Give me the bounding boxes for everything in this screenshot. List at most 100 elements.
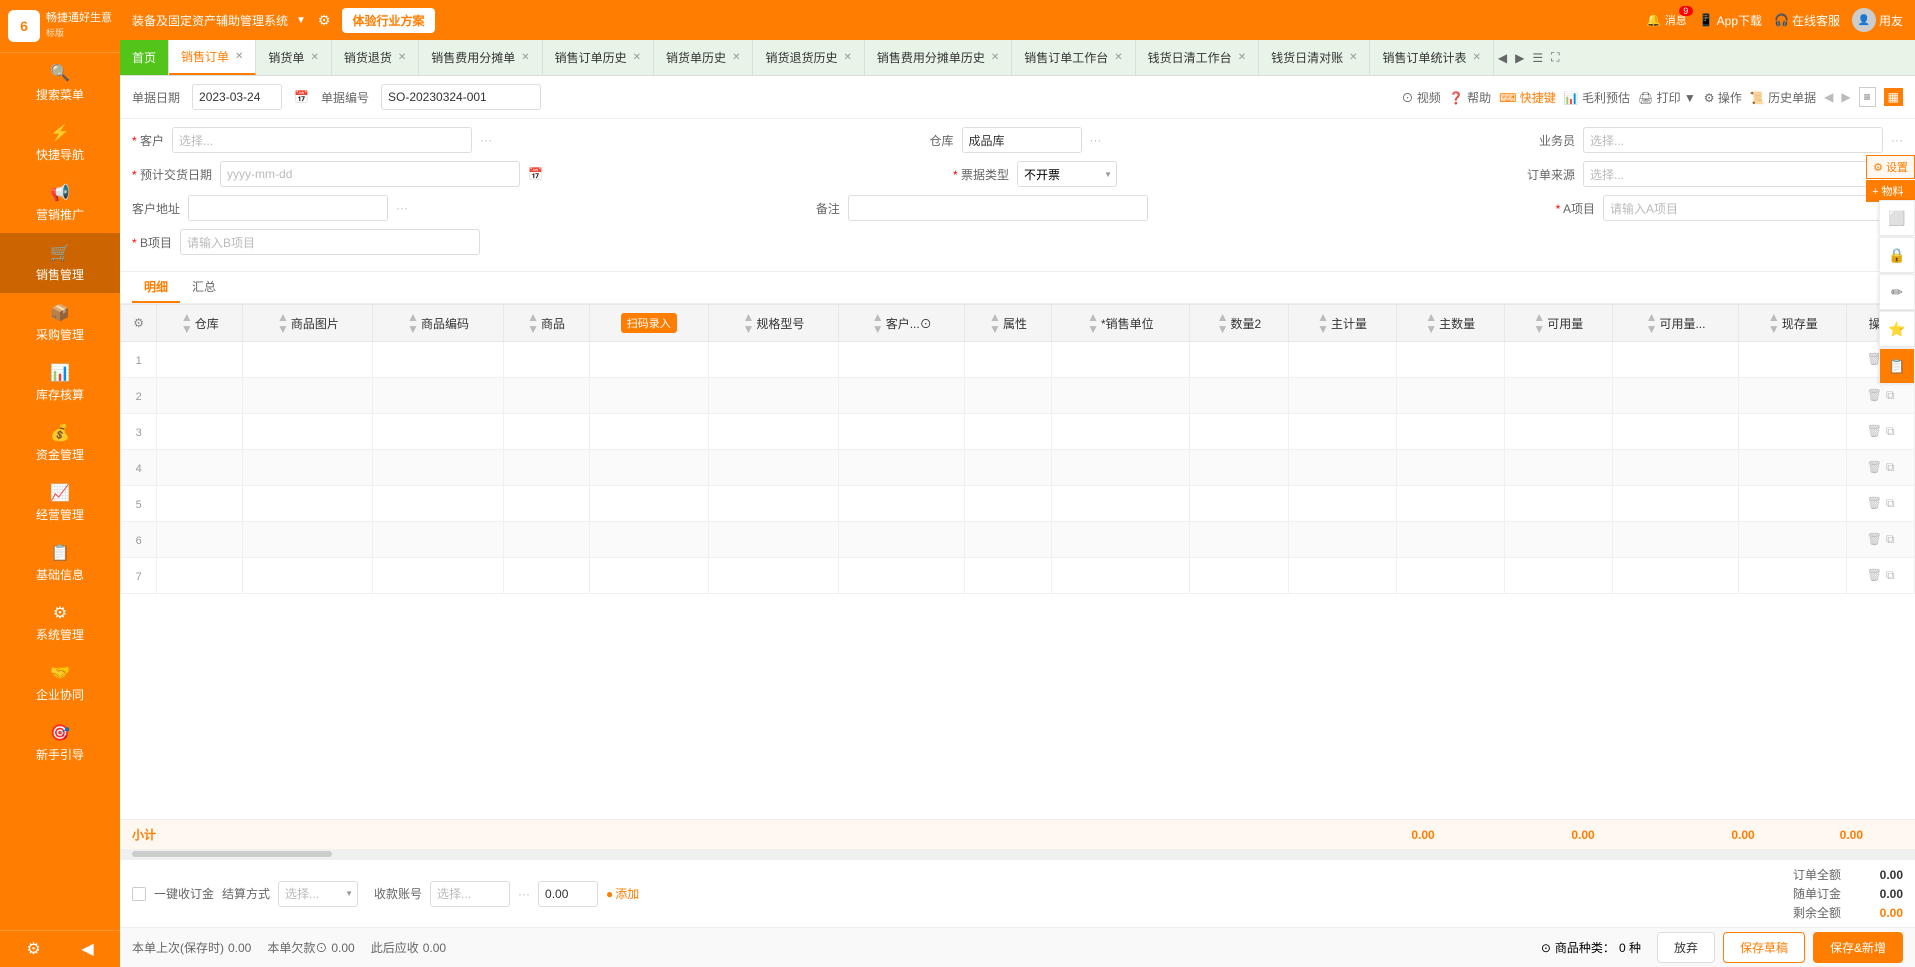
table-cell[interactable] [373,558,503,594]
copy-icon[interactable]: ⧉ [1886,388,1895,402]
customer-address-input[interactable] [188,195,388,221]
customer-more-icon[interactable]: ··· [480,133,492,147]
table-cell[interactable] [1288,558,1396,594]
table-cell[interactable] [243,486,373,522]
tab-sales-stats-close[interactable]: ✕ [1473,52,1481,63]
table-cell[interactable] [373,522,503,558]
warehouse-input[interactable]: 成品库 [962,127,1082,153]
table-cell[interactable] [243,378,373,414]
history-btn[interactable]: 📜 历史单据 [1750,89,1816,106]
table-cell[interactable] [243,558,373,594]
copy-icon[interactable]: ⧉ [1886,424,1895,438]
tab-daily-reconcile-close[interactable]: ✕ [1349,52,1357,63]
order-source-input[interactable]: 选择... [1583,161,1883,187]
save-draft-btn[interactable]: 保存草稿 [1723,932,1805,963]
table-cell[interactable] [503,450,589,486]
table-cell[interactable] [157,486,243,522]
salesman-input[interactable]: 选择... [1583,127,1883,153]
warehouse-more-icon[interactable]: ··· [1090,133,1102,147]
shortcut-btn[interactable]: ⌨ 快捷键 [1499,89,1556,106]
tab-home[interactable]: 首页 [120,40,169,75]
settings-bottom-icon[interactable]: ⚙ [26,939,40,959]
add-payment-btn[interactable]: ● 添加 [606,885,639,902]
th-quantity2[interactable]: ▲▼数量2 [1190,305,1288,342]
th-warehouse[interactable]: ▲▼仓库 [157,305,243,342]
table-cell[interactable] [1396,378,1504,414]
table-cell[interactable] [839,342,965,378]
table-cell[interactable] [839,486,965,522]
table-cell[interactable] [243,414,373,450]
table-cell[interactable] [373,486,503,522]
sidebar-item-sales[interactable]: 🛒 销售管理 [0,233,120,293]
table-cell[interactable] [589,342,708,378]
form-view-btn[interactable]: ▦ [1884,88,1903,106]
remark-input[interactable] [848,195,1148,221]
tab-sales-expense-close[interactable]: ✕ [521,52,529,63]
table-cell[interactable] [839,522,965,558]
copy-icon[interactable]: ⧉ [1886,568,1895,582]
table-cell[interactable] [1051,378,1190,414]
table-cell[interactable] [965,450,1051,486]
table-cell[interactable] [1612,450,1738,486]
th-product-code[interactable]: ▲▼商品编码 [373,305,503,342]
th-scan[interactable]: 扫码录入 [589,305,708,342]
delete-icon[interactable]: 🗑 [1867,460,1882,474]
table-cell[interactable] [1739,486,1847,522]
th-product-image[interactable]: ▲▼商品图片 [243,305,373,342]
delete-icon[interactable]: 🗑 [1867,532,1882,546]
th-sales-unit[interactable]: ▲▼*销售单位 [1051,305,1190,342]
one-click-checkbox[interactable] [132,887,146,901]
table-cell[interactable] [1190,414,1288,450]
table-cell[interactable] [589,378,708,414]
tab-sales-order-history-close[interactable]: ✕ [633,52,641,63]
table-cell[interactable] [1288,414,1396,450]
table-cell[interactable] [1504,522,1612,558]
table-cell[interactable] [1288,378,1396,414]
table-cell[interactable] [1396,414,1504,450]
table-cell[interactable] [1190,378,1288,414]
table-cell[interactable] [1051,486,1190,522]
invoice-select[interactable]: 不开票 [1017,161,1117,187]
table-cell[interactable] [965,522,1051,558]
list-view-btn[interactable]: ≡ [1859,87,1876,107]
table-cell[interactable] [1190,522,1288,558]
copy-icon[interactable]: ⧉ [1886,460,1895,474]
system-dropdown-icon[interactable]: ▼ [296,15,306,26]
sidebar-item-basicinfo[interactable]: 📋 基础信息 [0,533,120,593]
float-btn-2[interactable]: 🔒 [1879,237,1915,273]
calendar-icon[interactable]: 📅 [294,90,309,104]
th-gear[interactable]: ⚙ [121,305,157,342]
operations-btn[interactable]: ⚙ 操作 [1704,89,1742,106]
table-cell[interactable] [157,558,243,594]
tabs-nav-prev[interactable]: ◀ [1494,51,1511,65]
th-available[interactable]: ▲▼可用量 [1504,305,1612,342]
table-cell[interactable] [1051,414,1190,450]
tab-invoice-history[interactable]: 销货单历史 ✕ [654,40,753,75]
sidebar-item-search[interactable]: 🔍 搜索菜单 [0,53,120,113]
sidebar-item-finance[interactable]: 💰 资金管理 [0,413,120,473]
table-cell[interactable] [157,342,243,378]
sidebar-item-inventory[interactable]: 📊 库存核算 [0,353,120,413]
th-main-unit[interactable]: ▲▼主计量 [1288,305,1396,342]
float-btn-4[interactable]: ⭐ [1879,311,1915,347]
th-main-qty[interactable]: ▲▼主数量 [1396,305,1504,342]
video-btn[interactable]: ⊙ 视频 [1401,89,1440,106]
table-cell[interactable] [1051,450,1190,486]
sidebar-item-marketing[interactable]: 📢 营销推广 [0,173,120,233]
nav-next[interactable]: ▶ [1841,90,1850,104]
table-cell[interactable] [1739,342,1847,378]
profit-btn[interactable]: 📊 毛利预估 [1564,89,1630,106]
gear-icon[interactable]: ⚙ [133,316,144,330]
tab-sales-expense[interactable]: 销售费用分摊单 ✕ [419,40,542,75]
table-cell[interactable] [157,378,243,414]
tab-expense-history[interactable]: 销售费用分摊单历史 ✕ [865,40,1012,75]
table-cell[interactable] [1396,450,1504,486]
table-cell[interactable] [708,558,838,594]
table-cell[interactable] [1612,378,1738,414]
tab-sales-return[interactable]: 销货退货 ✕ [332,40,419,75]
table-cell[interactable] [157,522,243,558]
table-cell[interactable] [503,486,589,522]
account-input[interactable]: 选择... [430,881,510,907]
table-cell[interactable] [1504,414,1612,450]
table-cell[interactable] [503,558,589,594]
